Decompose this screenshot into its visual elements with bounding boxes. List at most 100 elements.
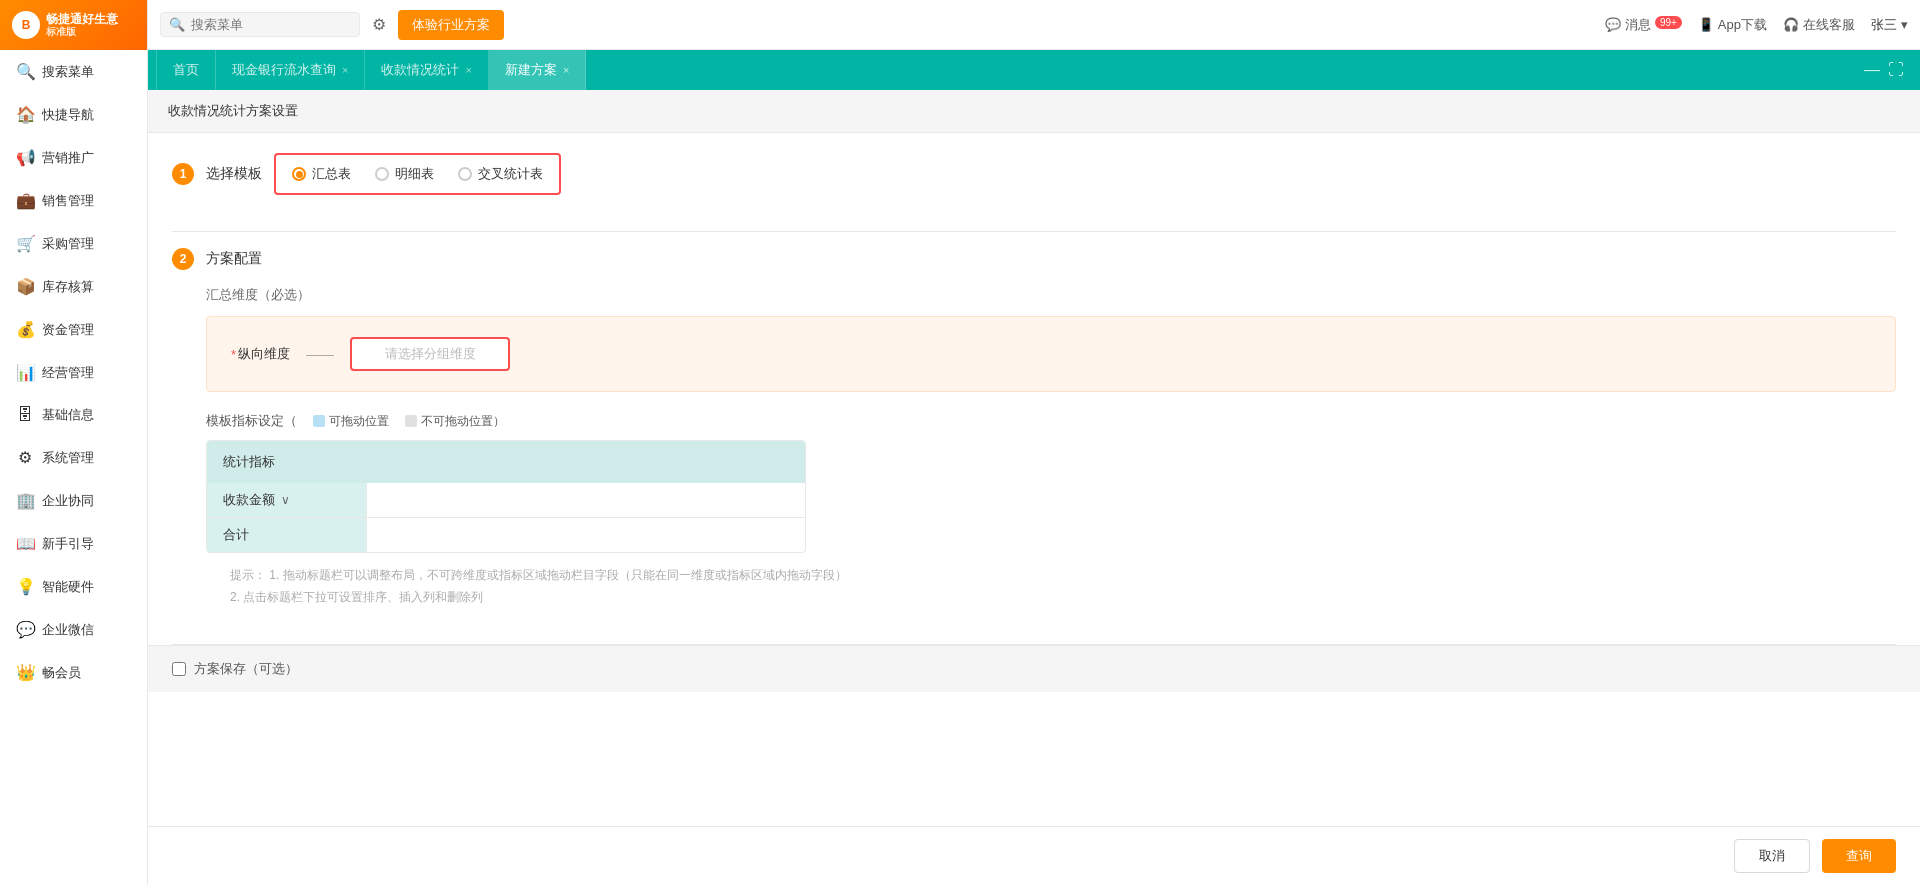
save-checkbox[interactable] xyxy=(172,662,186,676)
template-option-detail[interactable]: 明细表 xyxy=(375,165,434,183)
sidebar-item-system[interactable]: ⚙ 系统管理 xyxy=(0,436,147,479)
wechat-icon: 💬 xyxy=(16,620,34,639)
step1-badge: 1 xyxy=(172,163,194,185)
sidebar-item-enterprise[interactable]: 🏢 企业协同 xyxy=(0,479,147,522)
tip-2: 2. 点击标题栏下拉可设置排序、插入列和删除列 xyxy=(230,587,1872,609)
purchase-icon: 🛒 xyxy=(16,234,34,253)
sidebar-item-label: 企业协同 xyxy=(42,492,94,510)
trial-button[interactable]: 体验行业方案 xyxy=(398,10,504,40)
tabs-bar: 首页 现金银行流水查询 × 收款情况统计 × 新建方案 × — ⛶ xyxy=(148,50,1920,90)
service-icon: 🎧 xyxy=(1783,17,1799,32)
step1-label: 选择模板 xyxy=(206,165,262,183)
template-label: 交叉统计表 xyxy=(478,165,543,183)
user-name[interactable]: 张三 ▾ xyxy=(1871,16,1908,34)
tab-close-icon[interactable]: × xyxy=(342,64,348,76)
sidebar-item-hardware[interactable]: 💡 智能硬件 xyxy=(0,565,147,608)
logo-text: 畅捷通好生意 xyxy=(46,12,118,26)
main-area: 🔍 ⚙ 体验行业方案 💬 消息 99+ 📱 App下载 🎧 在线客服 张三 ▾ xyxy=(148,0,1920,885)
metrics-config: 模板指标设定（ 可拖动位置 不可拖动位置） xyxy=(206,412,1896,553)
topbar-search-box[interactable]: 🔍 xyxy=(160,12,360,37)
template-option-cross[interactable]: 交叉统计表 xyxy=(458,165,543,183)
tab-label: 现金银行流水查询 xyxy=(232,61,336,79)
metrics-table: 统计指标 收款金额 ∨ xyxy=(206,440,806,553)
statistics-label: 统计指标 xyxy=(207,447,367,477)
tab-receipt-stats[interactable]: 收款情况统计 × xyxy=(365,50,488,90)
step1-section: 1 选择模板 汇总表 明细表 xyxy=(148,133,1920,231)
sidebar-item-finance[interactable]: 💰 资金管理 xyxy=(0,308,147,351)
footer-save: 方案保存（可选） xyxy=(148,645,1920,692)
dimension-select[interactable]: 请选择分组维度 xyxy=(350,337,510,371)
cancel-button[interactable]: 取消 xyxy=(1734,839,1810,873)
tab-bank-flow[interactable]: 现金银行流水查询 × xyxy=(216,50,365,90)
notification-label: 消息 xyxy=(1625,16,1651,34)
sidebar-item-home[interactable]: 🏠 快捷导航 xyxy=(0,93,147,136)
search-icon: 🔍 xyxy=(16,62,34,81)
enterprise-icon: 🏢 xyxy=(16,491,34,510)
sidebar-item-label: 经营管理 xyxy=(42,364,94,382)
breadcrumb: 收款情况统计方案设置 xyxy=(168,103,298,118)
tab-label: 首页 xyxy=(173,61,199,79)
inventory-icon: 📦 xyxy=(16,277,34,296)
sidebar-item-label: 快捷导航 xyxy=(42,106,94,124)
tab-label: 新建方案 xyxy=(505,61,557,79)
metrics-col-label: 收款金额 xyxy=(223,491,275,509)
sidebar-item-basic[interactable]: 🗄 基础信息 xyxy=(0,394,147,436)
service-label: 在线客服 xyxy=(1803,16,1855,34)
sidebar-item-search[interactable]: 🔍 搜索菜单 xyxy=(0,50,147,93)
tips-section: 提示： 1. 拖动标题栏可以调整布局，不可跨维度或指标区域拖动栏目字段（只能在同… xyxy=(206,553,1896,608)
sidebar-item-label: 新手引导 xyxy=(42,535,94,553)
tab-new-plan[interactable]: 新建方案 × xyxy=(489,50,586,90)
sidebar-item-purchase[interactable]: 🛒 采购管理 xyxy=(0,222,147,265)
marketing-icon: 📢 xyxy=(16,148,34,167)
dropdown-icon[interactable]: ∨ xyxy=(281,493,290,507)
subtotal-label: 合计 xyxy=(223,526,249,544)
query-button[interactable]: 查询 xyxy=(1822,839,1896,873)
sidebar-item-marketing[interactable]: 📢 营销推广 xyxy=(0,136,147,179)
service-action[interactable]: 🎧 在线客服 xyxy=(1783,16,1855,34)
sidebar-item-label: 畅会员 xyxy=(42,664,81,682)
sidebar-item-label: 资金管理 xyxy=(42,321,94,339)
sidebar-item-label: 采购管理 xyxy=(42,235,94,253)
sidebar: B 畅捷通好生意 标准版 🔍 搜索菜单 🏠 快捷导航 📢 营销推广 💼 销售管理… xyxy=(0,0,148,885)
topbar: 🔍 ⚙ 体验行业方案 💬 消息 99+ 📱 App下载 🎧 在线客服 张三 ▾ xyxy=(148,0,1920,50)
basic-icon: 🗄 xyxy=(16,406,34,424)
tab-close-icon[interactable]: × xyxy=(465,64,471,76)
tab-close-icon[interactable]: × xyxy=(563,64,569,76)
draggable-dot-icon xyxy=(313,415,325,427)
sidebar-item-operations[interactable]: 📊 经营管理 xyxy=(0,351,147,394)
save-label: 方案保存（可选） xyxy=(194,660,298,678)
tab-home[interactable]: 首页 xyxy=(156,50,216,90)
minimize-icon[interactable]: — xyxy=(1864,61,1880,79)
download-action[interactable]: 📱 App下载 xyxy=(1698,16,1767,34)
metrics-header: 模板指标设定（ 可拖动位置 不可拖动位置） xyxy=(206,412,1896,430)
sidebar-item-inventory[interactable]: 📦 库存核算 xyxy=(0,265,147,308)
arrow-icon: —— xyxy=(306,346,334,362)
user-label: 张三 xyxy=(1871,16,1897,34)
search-icon: 🔍 xyxy=(169,17,185,32)
notification-action[interactable]: 💬 消息 99+ xyxy=(1605,16,1682,34)
sidebar-item-label: 基础信息 xyxy=(42,406,94,424)
non-draggable-dot-icon xyxy=(405,415,417,427)
template-option-summary[interactable]: 汇总表 xyxy=(292,165,351,183)
metrics-table-header-row: 统计指标 xyxy=(207,441,805,483)
template-label: 明细表 xyxy=(395,165,434,183)
required-star: * xyxy=(231,347,236,362)
sales-icon: 💼 xyxy=(16,191,34,210)
sidebar-item-guide[interactable]: 📖 新手引导 xyxy=(0,522,147,565)
sidebar-item-wechat[interactable]: 💬 企业微信 xyxy=(0,608,147,651)
metrics-col-header[interactable]: 收款金额 ∨ xyxy=(207,483,367,517)
sidebar-item-member[interactable]: 👑 畅会员 xyxy=(0,651,147,694)
metrics-data-row: 收款金额 ∨ xyxy=(207,483,805,517)
settings-icon[interactable]: ⚙ xyxy=(368,11,390,38)
maximize-icon[interactable]: ⛶ xyxy=(1888,61,1904,79)
sidebar-item-sales[interactable]: 💼 销售管理 xyxy=(0,179,147,222)
hardware-icon: 💡 xyxy=(16,577,34,596)
tip-1: 提示： 1. 拖动标题栏可以调整布局，不可跨维度或指标区域拖动栏目字段（只能在同… xyxy=(230,565,1872,587)
step2-row: 2 方案配置 xyxy=(172,248,1896,270)
search-input[interactable] xyxy=(191,17,331,32)
download-icon: 📱 xyxy=(1698,17,1714,32)
sidebar-logo: B 畅捷通好生意 标准版 xyxy=(0,0,147,50)
dimension-config: 汇总维度（必选） * 纵向维度 —— 请选择分组维度 xyxy=(172,286,1896,608)
vertical-dim-label: * 纵向维度 xyxy=(231,345,290,363)
step2-badge: 2 xyxy=(172,248,194,270)
